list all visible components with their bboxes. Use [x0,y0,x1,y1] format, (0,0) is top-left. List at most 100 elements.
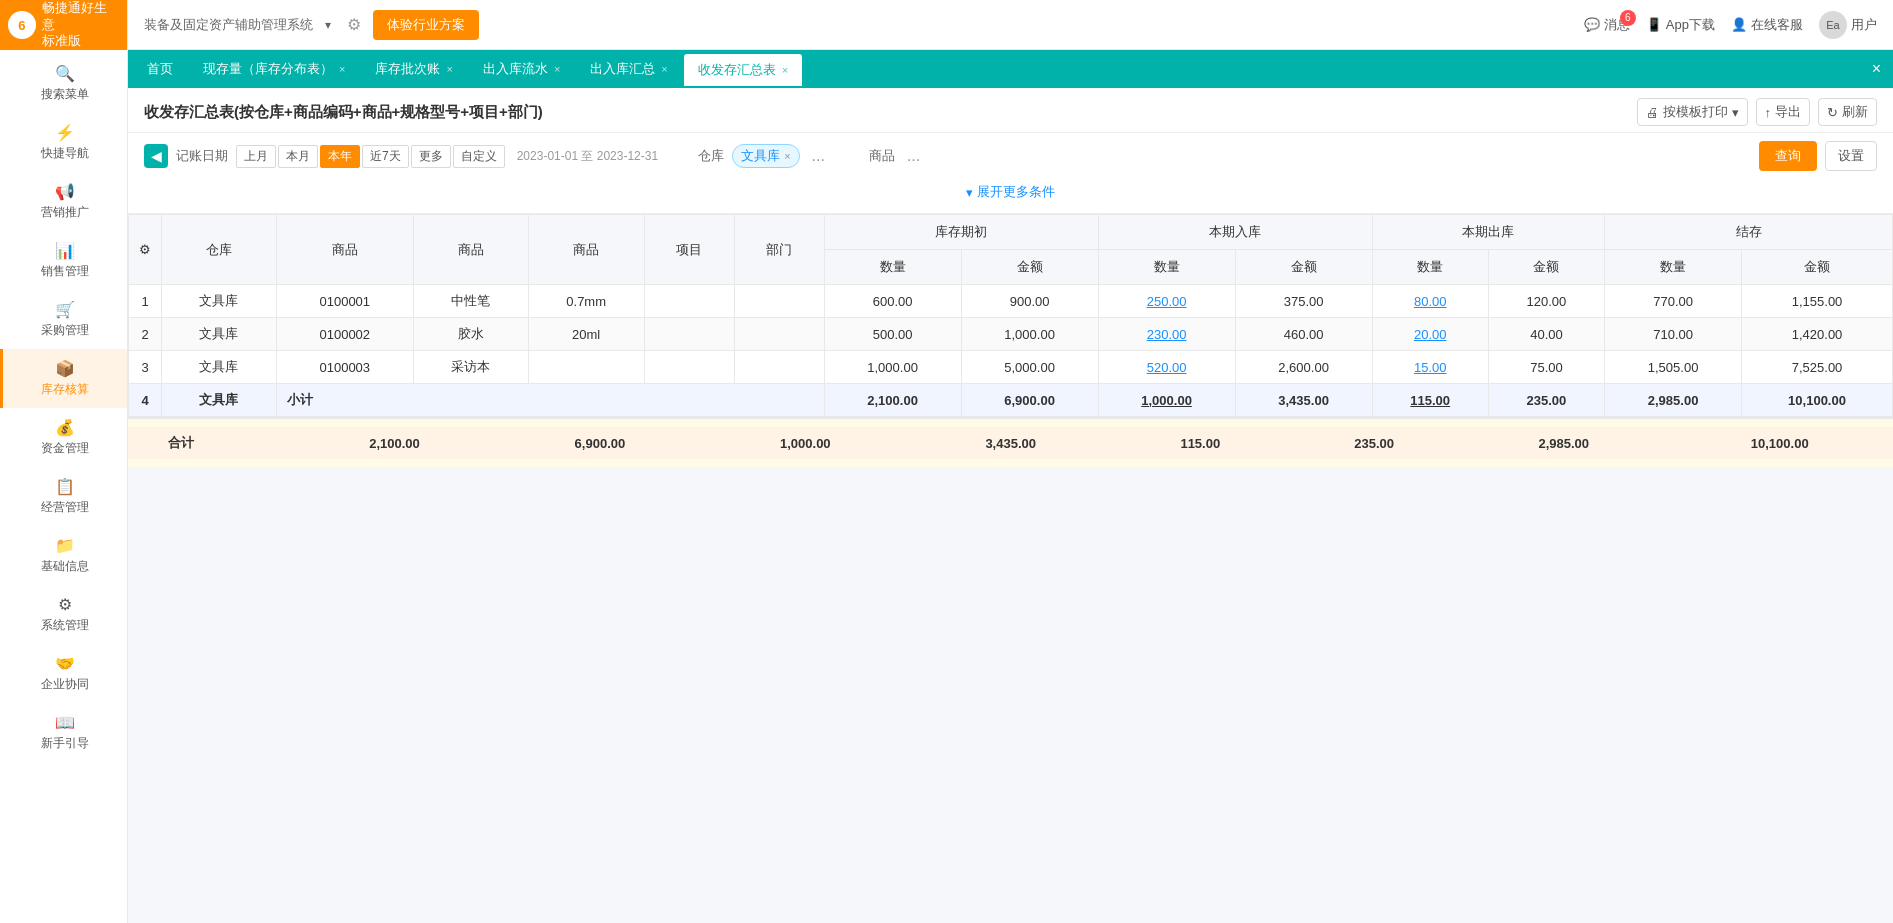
data-table: ⚙ 仓库 商品 商品 商品 项目 部门 库存期初 本期入库 本期出库 结存 数量 [128,214,1893,417]
row-out-qty[interactable]: 20.00 [1372,318,1488,351]
row-out-qty[interactable]: 80.00 [1372,285,1488,318]
row-bal-qty: 1,505.00 [1605,351,1742,384]
subtotal-out-qty[interactable]: 115.00 [1372,384,1488,417]
row-in-qty[interactable]: 250.00 [1098,285,1235,318]
row-spec: 20ml [528,318,644,351]
sidebar-item-system[interactable]: ⚙ 系统管理 [0,585,127,644]
warehouse-more-button[interactable]: ... [808,147,829,165]
tab-home[interactable]: 首页 [133,54,187,84]
subtotal-warehouse: 文具库 [162,384,277,417]
col-group-in: 本期入库 [1098,215,1372,250]
col-in-qty: 数量 [1098,250,1235,285]
row-name: 采访本 [413,351,528,384]
sidebar-item-label: 新手引导 [41,735,89,752]
tab-close-in-out-flow[interactable]: × [554,63,560,75]
table-row: 2 文具库 0100002 胶水 20ml 500.00 1,000.00 23… [129,318,1893,351]
date-label: 记账日期 [176,147,228,165]
chevron-down-icon: ▾ [1732,105,1739,120]
row-spec [528,351,644,384]
expand-icon: ▾ [966,185,973,200]
sidebar-item-enterprise[interactable]: 🤝 企业协同 [0,644,127,703]
date-btn-更多[interactable]: 更多 [411,145,451,168]
notification-badge: 6 [1620,10,1636,26]
row-warehouse: 文具库 [162,285,277,318]
sidebar-item-basic[interactable]: 📁 基础信息 [0,526,127,585]
row-in-qty[interactable]: 230.00 [1098,318,1235,351]
row-warehouse: 文具库 [162,318,277,351]
print-icon: 🖨 [1646,105,1659,120]
row-project [644,285,734,318]
row-out-amt: 75.00 [1488,351,1604,384]
sidebar-item-operations[interactable]: 📋 经营管理 [0,467,127,526]
sidebar-item-quick-nav[interactable]: ⚡ 快捷导航 [0,113,127,172]
row-init-amt: 5,000.00 [961,351,1098,384]
notification-button[interactable]: 💬 消息 6 [1584,16,1630,34]
download-icon: 📱 [1646,17,1662,32]
sidebar-item-purchase[interactable]: 🛒 采购管理 [0,290,127,349]
row-spec: 0.7mm [528,285,644,318]
trial-button[interactable]: 体验行业方案 [373,10,479,40]
filter-settings-button[interactable]: 设置 [1825,141,1877,171]
app-download-button[interactable]: 📱 App下载 [1646,16,1715,34]
tab-close-recv-send-summary[interactable]: × [782,64,788,76]
goods-more-button[interactable]: ... [903,147,924,165]
col-name: 商品 [413,215,528,285]
filter-toggle-button[interactable]: ◀ [144,144,168,168]
warehouse-tag[interactable]: 文具库 × [732,144,799,168]
col-settings[interactable]: ⚙ [129,215,162,285]
export-icon: ↑ [1765,105,1772,120]
sidebar-item-guide[interactable]: 📖 新手引导 [0,703,127,762]
warehouse-tag-close[interactable]: × [784,150,790,162]
tab-close-batch-ledger[interactable]: × [446,63,452,75]
row-in-amt: 2,600.00 [1235,351,1372,384]
tab-inventory-dist[interactable]: 现存量（库存分布表） × [189,54,359,84]
sidebar-item-inventory[interactable]: 📦 库存核算 [0,349,127,408]
tabs-close-all-button[interactable]: × [1864,60,1889,78]
online-service-label: 在线客服 [1751,16,1803,34]
subtotal-in-qty[interactable]: 1,000.00 [1098,384,1235,417]
tab-label: 现存量（库存分布表） [203,60,333,78]
row-in-qty[interactable]: 520.00 [1098,351,1235,384]
tab-recv-send-summary[interactable]: 收发存汇总表× [684,54,802,86]
export-button[interactable]: ↑ 导出 [1756,98,1811,126]
date-btn-本年[interactable]: 本年 [320,145,360,168]
gear-icon[interactable]: ⚙ [347,16,361,33]
row-project [644,318,734,351]
tab-close-inventory-dist[interactable]: × [339,63,345,75]
row-code: 0100002 [276,318,413,351]
print-button[interactable]: 🖨 按模板打印 ▾ [1637,98,1748,126]
tab-in-out-summary[interactable]: 出入库汇总 × [576,54,681,84]
user-button[interactable]: Ea 用户 [1819,11,1877,39]
col-init-qty: 数量 [824,250,961,285]
date-btn-上月[interactable]: 上月 [236,145,276,168]
tab-batch-ledger[interactable]: 库存批次账× [361,54,466,84]
refresh-button[interactable]: ↻ 刷新 [1818,98,1877,126]
main-area: 装备及固定资产辅助管理系统 ▾ ⚙ 体验行业方案 💬 消息 6 📱 App下载 … [128,0,1893,923]
tab-in-out-flow[interactable]: 出入库流水× [469,54,574,84]
sidebar-item-search[interactable]: 🔍 搜索菜单 [0,54,127,113]
online-service-button[interactable]: 👤 在线客服 [1731,16,1803,34]
sidebar-item-finance[interactable]: 💰 资金管理 [0,408,127,467]
tab-label: 出入库汇总 [590,60,655,78]
date-btn-自定义[interactable]: 自定义 [453,145,505,168]
guide-icon: 📖 [55,713,75,732]
col-in-amt: 金额 [1235,250,1372,285]
sales-icon: 📊 [55,241,75,260]
operations-icon: 📋 [55,477,75,496]
row-out-qty[interactable]: 15.00 [1372,351,1488,384]
col-group-out: 本期出库 [1372,215,1605,250]
total-in-qty: 1,000.00 [703,427,908,459]
sidebar-item-label: 基础信息 [41,558,89,575]
sidebar-item-label: 资金管理 [41,440,89,457]
topbar: 装备及固定资产辅助管理系统 ▾ ⚙ 体验行业方案 💬 消息 6 📱 App下载 … [128,0,1893,50]
date-btn-近7天[interactable]: 近7天 [362,145,409,168]
date-range: 2023-01-01 至 2023-12-31 [517,148,658,165]
tab-close-in-out-summary[interactable]: × [661,63,667,75]
date-btn-本月[interactable]: 本月 [278,145,318,168]
sidebar-item-sales[interactable]: 📊 销售管理 [0,231,127,290]
query-button[interactable]: 查询 [1759,141,1817,171]
system-dropdown[interactable]: ▾ [325,18,331,32]
expand-filter-button[interactable]: ▾ 展开更多条件 [966,177,1055,207]
subtotal-init-qty: 2,100.00 [824,384,961,417]
sidebar-item-marketing[interactable]: 📢 营销推广 [0,172,127,231]
